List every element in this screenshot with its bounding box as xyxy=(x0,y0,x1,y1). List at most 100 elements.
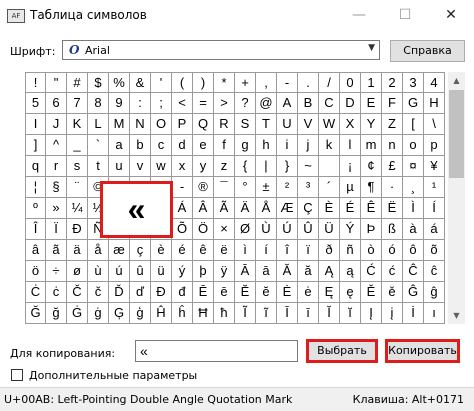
char-cell[interactable]: k xyxy=(319,135,340,156)
char-cell[interactable]: E xyxy=(361,93,382,114)
maximize-button[interactable]: ☐ xyxy=(382,0,428,30)
char-cell[interactable]: t xyxy=(88,156,109,177)
char-cell[interactable]: ¦ xyxy=(25,177,46,198)
char-cell[interactable]: × xyxy=(214,219,235,240)
char-cell[interactable]: 0 xyxy=(340,72,361,93)
font-dropdown[interactable]: O Arial ▼ xyxy=(62,40,380,60)
char-cell[interactable]: ; xyxy=(151,93,172,114)
char-cell[interactable]: ă xyxy=(298,261,319,282)
char-cell[interactable]: ë xyxy=(214,240,235,261)
char-cell[interactable]: ± xyxy=(256,177,277,198)
char-cell[interactable]: ß xyxy=(382,219,403,240)
char-cell[interactable]: * xyxy=(214,72,235,93)
char-cell[interactable]: J xyxy=(46,114,67,135)
char-cell[interactable]: 6 xyxy=(46,93,67,114)
char-cell[interactable]: ė xyxy=(298,282,319,303)
char-cell[interactable]: 2 xyxy=(382,72,403,93)
char-cell[interactable]: U xyxy=(277,114,298,135)
char-cell[interactable]: / xyxy=(319,72,340,93)
char-cell[interactable]: Á xyxy=(172,198,193,219)
char-cell[interactable]: Ā xyxy=(235,261,256,282)
char-cell[interactable]: · xyxy=(382,177,403,198)
copy-input[interactable]: « xyxy=(135,340,298,362)
char-cell[interactable]: : xyxy=(130,93,151,114)
char-cell[interactable]: n xyxy=(382,135,403,156)
char-cell[interactable]: ~ xyxy=(298,156,319,177)
char-cell[interactable]: Ĩ xyxy=(235,303,256,324)
char-cell[interactable]: µ xyxy=(340,177,361,198)
char-cell[interactable]: p xyxy=(424,135,445,156)
char-cell[interactable]: G xyxy=(403,93,424,114)
char-cell[interactable]: a xyxy=(109,135,130,156)
char-cell[interactable]: ` xyxy=(88,135,109,156)
char-cell[interactable]: å xyxy=(88,240,109,261)
char-cell[interactable]: y xyxy=(193,156,214,177)
char-cell[interactable]: º xyxy=(25,198,46,219)
char-cell[interactable]: Ĥ xyxy=(151,303,172,324)
char-cell[interactable]: Ê xyxy=(361,198,382,219)
char-cell[interactable]: į xyxy=(382,303,403,324)
char-cell[interactable]: j xyxy=(298,135,319,156)
char-cell[interactable]: Ė xyxy=(277,282,298,303)
char-cell[interactable]: % xyxy=(109,72,130,93)
char-cell[interactable]: { xyxy=(235,156,256,177)
char-cell[interactable]: Þ xyxy=(361,219,382,240)
char-cell[interactable]: ø xyxy=(67,261,88,282)
char-cell[interactable]: Ç xyxy=(298,198,319,219)
char-cell[interactable]: V xyxy=(298,114,319,135)
char-cell[interactable]: ě xyxy=(382,282,403,303)
char-cell[interactable]: ¨ xyxy=(67,177,88,198)
char-cell[interactable]: e xyxy=(193,135,214,156)
char-cell[interactable]: ´ xyxy=(319,177,340,198)
char-cell[interactable]: ? xyxy=(235,93,256,114)
char-cell[interactable]: K xyxy=(67,114,88,135)
char-cell[interactable]: đ xyxy=(172,282,193,303)
help-button[interactable]: Справка xyxy=(390,40,465,62)
char-cell[interactable]: 8 xyxy=(88,93,109,114)
char-cell[interactable]: Ï xyxy=(46,219,67,240)
char-cell[interactable]: Í xyxy=(424,198,445,219)
char-cell[interactable]: ÿ xyxy=(214,261,235,282)
char-cell[interactable]: ¼ xyxy=(67,198,88,219)
char-cell[interactable]: á xyxy=(424,219,445,240)
char-cell[interactable]: â xyxy=(25,240,46,261)
char-cell[interactable]: § xyxy=(46,177,67,198)
char-cell[interactable]: @ xyxy=(256,93,277,114)
char-cell[interactable]: ę xyxy=(340,282,361,303)
char-cell[interactable]: ó xyxy=(382,240,403,261)
char-cell[interactable]: L xyxy=(88,114,109,135)
char-cell[interactable]: ē xyxy=(214,282,235,303)
char-cell[interactable]: æ xyxy=(109,240,130,261)
char-cell[interactable]: ć xyxy=(382,261,403,282)
char-cell[interactable]: Ă xyxy=(277,261,298,282)
char-cell[interactable]: l xyxy=(340,135,361,156)
char-cell[interactable]: } xyxy=(277,156,298,177)
char-cell[interactable]: + xyxy=(235,72,256,93)
char-cell[interactable]: ¡ xyxy=(340,156,361,177)
char-cell[interactable]: ï xyxy=(298,240,319,261)
char-cell[interactable]: - xyxy=(277,72,298,93)
char-cell[interactable]: ç xyxy=(130,240,151,261)
char-cell[interactable]: = xyxy=(193,93,214,114)
scroll-down-arrow-icon[interactable]: ▼ xyxy=(448,307,465,324)
char-cell[interactable]: Č xyxy=(67,282,88,303)
char-cell[interactable]: î xyxy=(277,240,298,261)
char-cell[interactable]: ī xyxy=(298,303,319,324)
char-cell[interactable]: ı xyxy=(424,303,445,324)
scroll-up-arrow-icon[interactable]: ▲ xyxy=(448,72,465,89)
scroll-thumb[interactable] xyxy=(449,90,464,178)
char-cell[interactable]: ¶ xyxy=(361,177,382,198)
char-cell[interactable]: ¸ xyxy=(403,177,424,198)
char-cell[interactable]: ú xyxy=(109,261,130,282)
char-cell[interactable]: z xyxy=(214,156,235,177)
char-cell[interactable]: ô xyxy=(403,240,424,261)
char-cell[interactable]: c xyxy=(151,135,172,156)
char-cell[interactable]: ¥ xyxy=(424,156,445,177)
char-cell[interactable]: X xyxy=(340,114,361,135)
char-cell[interactable]: Ğ xyxy=(25,303,46,324)
char-cell[interactable]: » xyxy=(46,198,67,219)
char-cell[interactable]: Ę xyxy=(319,282,340,303)
char-cell[interactable]: ) xyxy=(193,72,214,93)
char-cell[interactable]: , xyxy=(256,72,277,93)
char-cell[interactable]: Ě xyxy=(361,282,382,303)
